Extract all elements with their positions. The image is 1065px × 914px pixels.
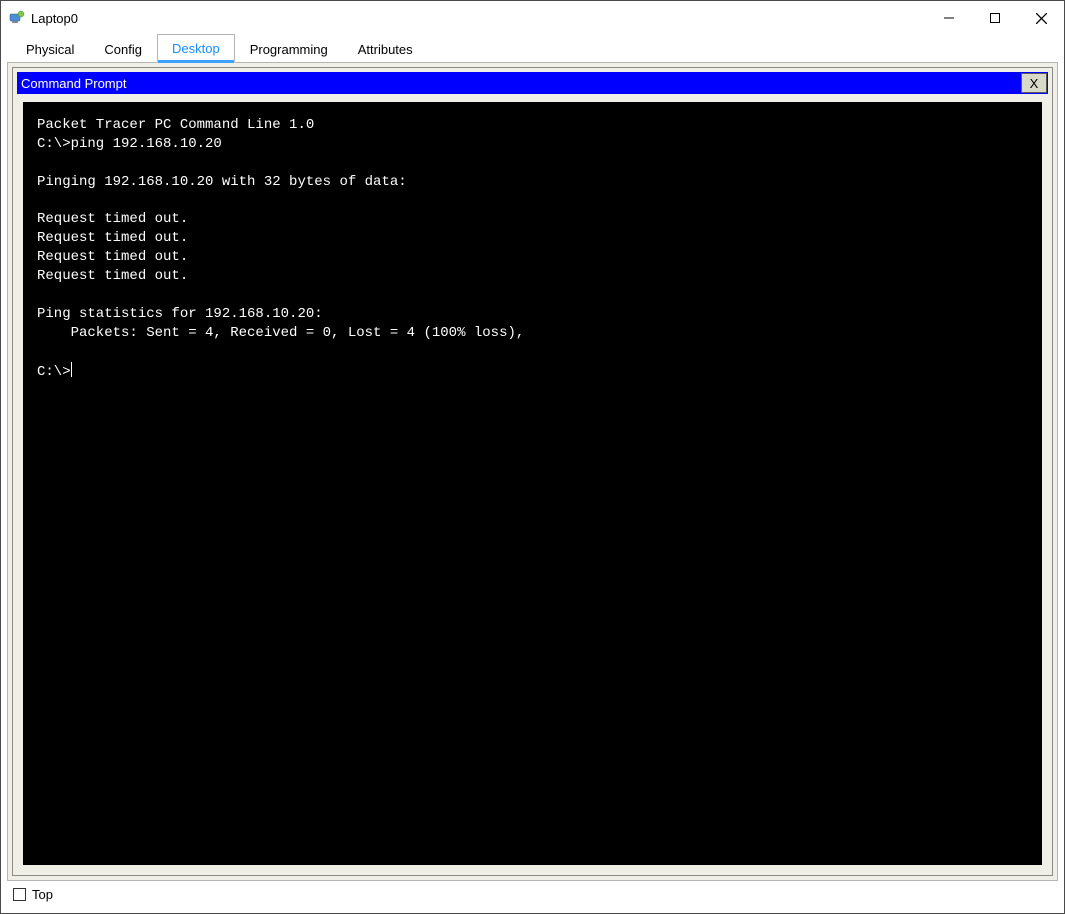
tab-desktop[interactable]: Desktop [157,34,235,63]
close-button[interactable] [1018,1,1064,35]
bottom-bar: Top [7,881,1058,907]
window-controls [926,1,1064,35]
content-frame: Command Prompt X Packet Tracer PC Comman… [7,63,1058,881]
tab-bar: Physical Config Desktop Programming Attr… [7,35,1058,63]
command-prompt-terminal[interactable]: Packet Tracer PC Command Line 1.0 C:\>pi… [23,102,1042,865]
tab-attributes[interactable]: Attributes [343,35,428,63]
applet-title: Command Prompt [21,76,126,91]
client-area: Physical Config Desktop Programming Attr… [1,35,1064,913]
maximize-button[interactable] [972,1,1018,35]
window-title: Laptop0 [31,11,78,26]
titlebar-left: Laptop0 [9,10,78,26]
inner-frame: Command Prompt X Packet Tracer PC Comman… [12,67,1053,876]
tab-physical[interactable]: Physical [11,35,89,63]
tab-programming[interactable]: Programming [235,35,343,63]
applet-close-button[interactable]: X [1021,73,1047,93]
terminal-container: Packet Tracer PC Command Line 1.0 C:\>pi… [17,94,1048,871]
top-checkbox-label: Top [32,887,53,902]
tab-config[interactable]: Config [89,35,157,63]
app-icon [9,10,25,26]
minimize-button[interactable] [926,1,972,35]
top-checkbox[interactable] [13,888,26,901]
applet-titlebar: Command Prompt X [17,72,1048,94]
titlebar: Laptop0 [1,1,1064,35]
app-window: Laptop0 Physical Config Desktop Programm… [0,0,1065,914]
